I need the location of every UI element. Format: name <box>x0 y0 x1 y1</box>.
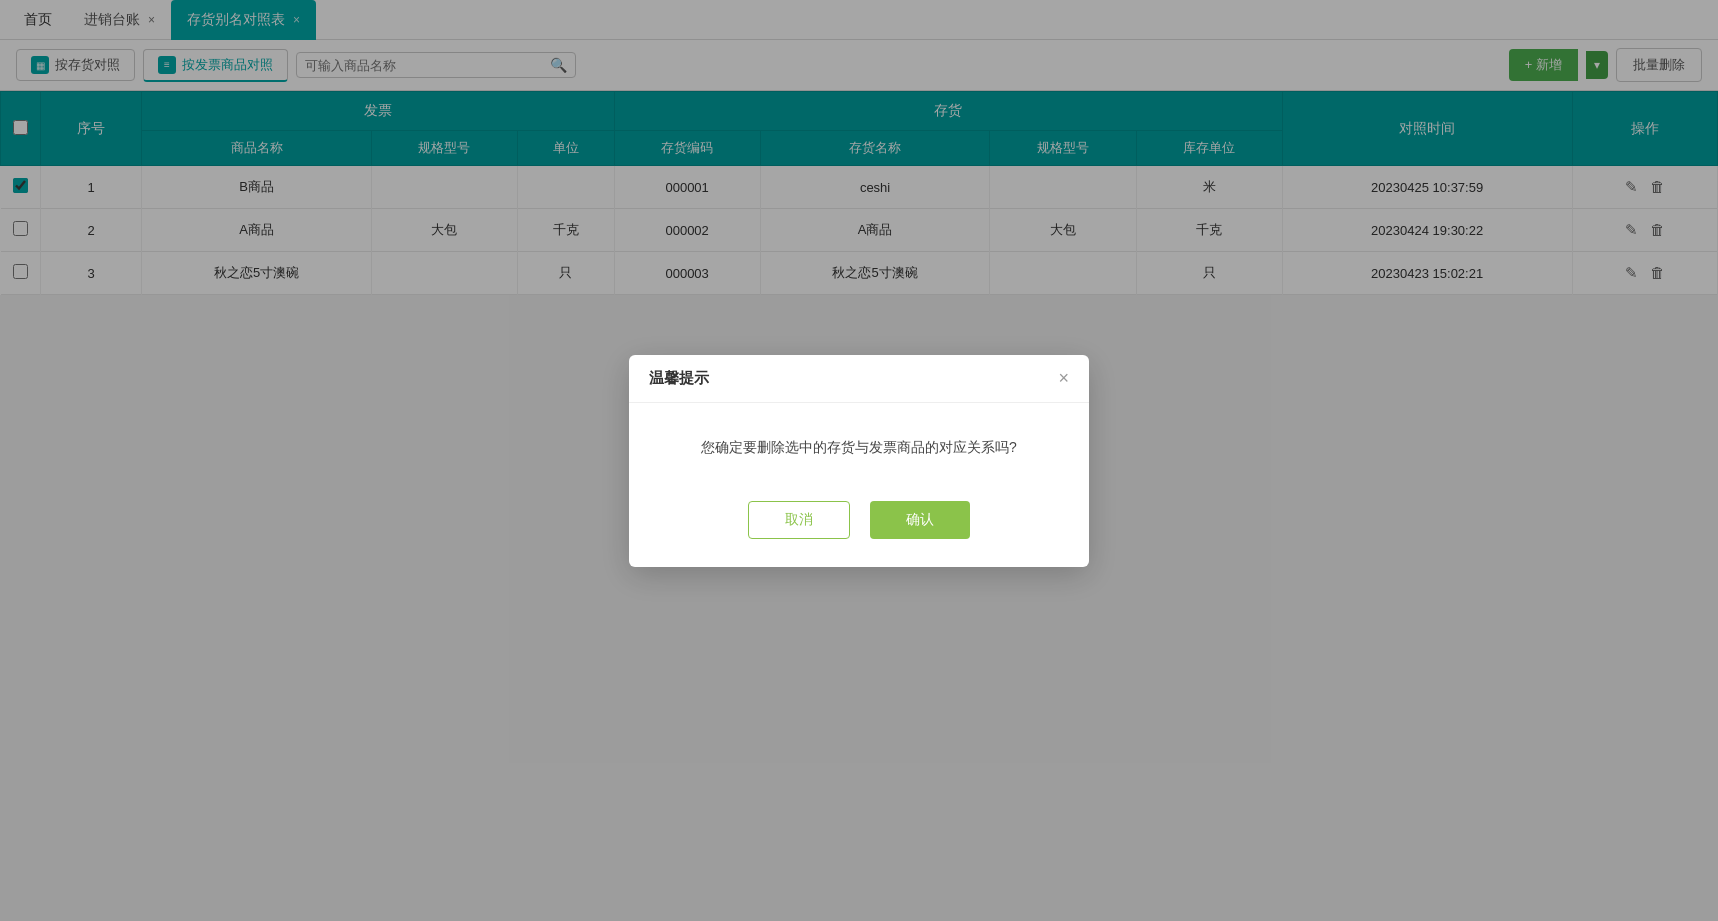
overlay: 温馨提示 × 您确定要删除选中的存货与发票商品的对应关系吗? 取消 确认 <box>0 0 1718 295</box>
